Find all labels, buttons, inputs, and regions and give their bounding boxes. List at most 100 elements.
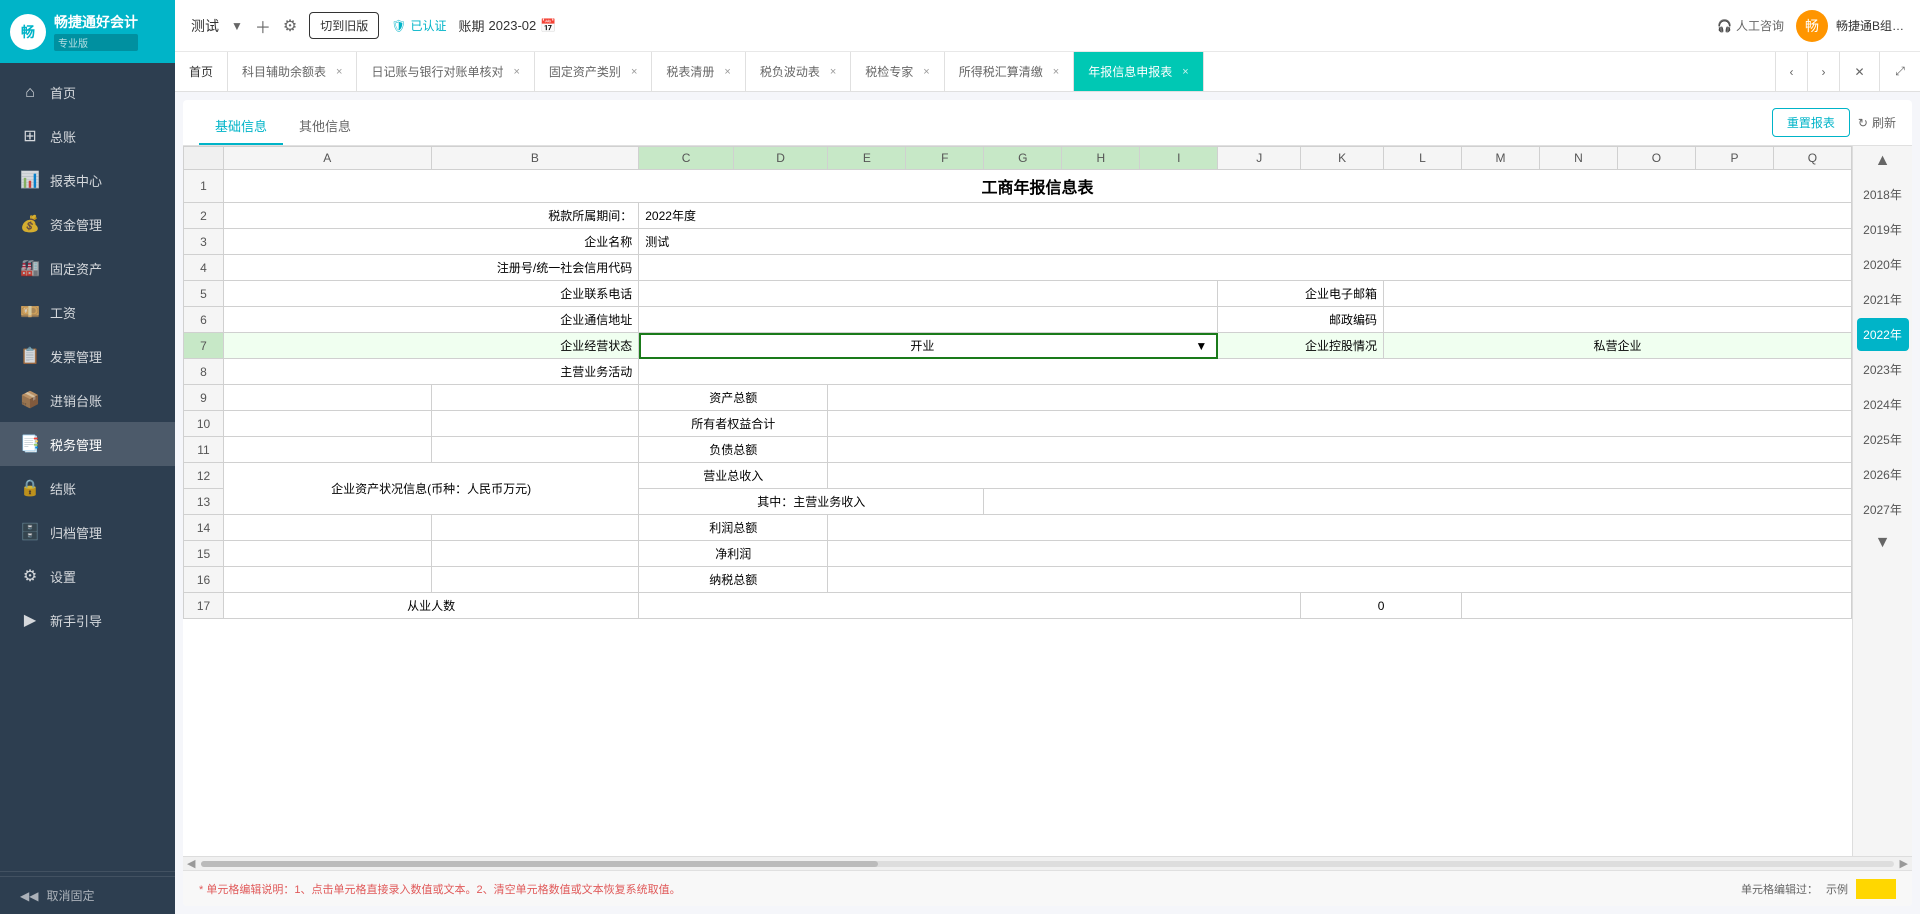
- tab-close-3[interactable]: ×: [631, 66, 637, 78]
- col-I[interactable]: I: [1140, 147, 1218, 170]
- topbar-add-button[interactable]: ＋: [255, 14, 271, 38]
- tab-close-8[interactable]: ×: [1182, 66, 1188, 78]
- topbar-settings-button[interactable]: ⚙: [283, 16, 297, 36]
- col-N[interactable]: N: [1539, 147, 1617, 170]
- title-cell[interactable]: 工商年报信息表: [224, 170, 1852, 203]
- year-btn-2025年[interactable]: 2025年: [1857, 423, 1909, 456]
- cell-4-c[interactable]: [639, 255, 1852, 281]
- col-O[interactable]: O: [1617, 147, 1695, 170]
- cell-3-c[interactable]: 测试: [639, 229, 1852, 255]
- col-F[interactable]: F: [906, 147, 984, 170]
- year-scroll-down[interactable]: ▼: [1869, 528, 1897, 558]
- cell-2-c[interactable]: 2022年度: [639, 203, 1852, 229]
- tab-1[interactable]: 科目辅助余额表×: [228, 52, 357, 91]
- year-btn-2024年[interactable]: 2024年: [1857, 388, 1909, 421]
- col-L[interactable]: L: [1384, 147, 1462, 170]
- tab-0[interactable]: 首页: [175, 52, 228, 91]
- sidebar-item-invoice[interactable]: 📋 发票管理: [0, 334, 175, 378]
- sidebar-item-guide[interactable]: ▶ 新手引导: [0, 598, 175, 642]
- tab-close-6[interactable]: ×: [923, 66, 929, 78]
- year-btn-2020年[interactable]: 2020年: [1857, 248, 1909, 281]
- sidebar-item-archive[interactable]: 🗄️ 归档管理: [0, 510, 175, 554]
- cell-16-e[interactable]: [828, 567, 1852, 593]
- year-btn-2022年[interactable]: 2022年: [1857, 318, 1909, 351]
- tab-4[interactable]: 税表清册×: [652, 52, 745, 91]
- tab-close-2[interactable]: ×: [513, 66, 519, 78]
- cell-7-c[interactable]: 开业 ▼: [639, 333, 1218, 359]
- tab-2[interactable]: 日记账与银行对账单核对×: [357, 52, 534, 91]
- sidebar-pin-button[interactable]: ◀◀ 取消固定: [0, 876, 175, 914]
- year-btn-2019年[interactable]: 2019年: [1857, 213, 1909, 246]
- sub-tab-0[interactable]: 基础信息: [199, 108, 283, 145]
- year-btn-2023年[interactable]: 2023年: [1857, 353, 1909, 386]
- year-btn-2018年[interactable]: 2018年: [1857, 178, 1909, 211]
- col-P[interactable]: P: [1695, 147, 1773, 170]
- cell-5-l[interactable]: [1384, 281, 1852, 307]
- tab-close-5[interactable]: ×: [830, 66, 836, 78]
- cell-10-e[interactable]: [828, 411, 1852, 437]
- sidebar-item-home[interactable]: ⌂ 首页: [0, 71, 175, 114]
- sidebar-item-reports[interactable]: 📊 报表中心: [0, 158, 175, 202]
- col-J[interactable]: J: [1218, 147, 1301, 170]
- tab-3[interactable]: 固定资产类别×: [535, 52, 652, 91]
- dropdown-arrow-icon[interactable]: ▼: [1195, 339, 1207, 353]
- cell-17-m[interactable]: [1462, 593, 1852, 619]
- cell-9-e[interactable]: [828, 385, 1852, 411]
- col-H[interactable]: H: [1062, 147, 1140, 170]
- tab-close-all-button[interactable]: ✕: [1840, 52, 1880, 92]
- refresh-button[interactable]: ↻ 刷新: [1858, 108, 1896, 137]
- col-Q[interactable]: Q: [1773, 147, 1851, 170]
- col-M[interactable]: M: [1462, 147, 1540, 170]
- horizontal-scrollbar[interactable]: ◀ ▶: [183, 856, 1912, 870]
- cell-8-c[interactable]: [639, 359, 1852, 385]
- tab-close-4[interactable]: ×: [724, 66, 730, 78]
- tab-close-7[interactable]: ×: [1053, 66, 1059, 78]
- sidebar-item-fixed_assets[interactable]: 🏭 固定资产: [0, 246, 175, 290]
- cell-15-e[interactable]: [828, 541, 1852, 567]
- topbar-user[interactable]: 畅 畅捷通B组…: [1796, 10, 1904, 42]
- tab-close-1[interactable]: ×: [336, 66, 342, 78]
- year-scroll-up[interactable]: ▲: [1869, 146, 1897, 176]
- scrollbar-thumb[interactable]: [201, 861, 878, 867]
- cell-6-l[interactable]: [1384, 307, 1852, 333]
- cell-17-k[interactable]: 0: [1301, 593, 1462, 619]
- sidebar-item-funds[interactable]: 💰 资金管理: [0, 202, 175, 246]
- topbar-service[interactable]: 🎧 人工咨询: [1717, 17, 1784, 34]
- cell-14-e[interactable]: [828, 515, 1852, 541]
- sidebar-item-closing[interactable]: 🔒 结账: [0, 466, 175, 510]
- tab-next-button[interactable]: ›: [1808, 52, 1840, 92]
- calendar-icon[interactable]: 📅: [540, 18, 556, 34]
- year-btn-2021年[interactable]: 2021年: [1857, 283, 1909, 316]
- tab-7[interactable]: 所得税汇算清缴×: [945, 52, 1074, 91]
- sub-tab-1[interactable]: 其他信息: [283, 108, 367, 145]
- col-E[interactable]: E: [828, 147, 906, 170]
- col-B[interactable]: B: [431, 147, 639, 170]
- col-D[interactable]: D: [733, 147, 828, 170]
- year-btn-2027年[interactable]: 2027年: [1857, 493, 1909, 526]
- cell-6-c[interactable]: [639, 307, 1218, 333]
- tab-fullscreen-button[interactable]: ⤢: [1880, 52, 1920, 92]
- col-K[interactable]: K: [1301, 147, 1384, 170]
- col-G[interactable]: G: [984, 147, 1062, 170]
- reset-report-button[interactable]: 重置报表: [1772, 108, 1850, 137]
- topbar-dropdown-icon[interactable]: ▼: [231, 19, 243, 33]
- switch-version-button[interactable]: 切到旧版: [309, 12, 379, 39]
- cell-7-l[interactable]: 私营企业: [1384, 333, 1852, 359]
- sidebar-item-ledger[interactable]: ⊞ 总账: [0, 114, 175, 158]
- tab-prev-button[interactable]: ‹: [1776, 52, 1808, 92]
- cell-11-e[interactable]: [828, 437, 1852, 463]
- cell-5-c[interactable]: [639, 281, 1218, 307]
- tab-5[interactable]: 税负波动表×: [746, 52, 851, 91]
- sidebar-item-payroll[interactable]: 💴 工资: [0, 290, 175, 334]
- cell-17-c[interactable]: [639, 593, 1301, 619]
- year-btn-2026年[interactable]: 2026年: [1857, 458, 1909, 491]
- tab-8[interactable]: 年报信息申报表×: [1074, 52, 1203, 91]
- cell-12-e[interactable]: [828, 463, 1852, 489]
- cell-13-g[interactable]: [984, 489, 1852, 515]
- sidebar-item-tax[interactable]: 📑 税务管理: [0, 422, 175, 466]
- spreadsheet-main[interactable]: A B C D E F G H I J: [183, 146, 1852, 856]
- scrollbar-track[interactable]: [201, 861, 1893, 867]
- sidebar-item-inventory[interactable]: 📦 进销台账: [0, 378, 175, 422]
- sidebar-item-settings[interactable]: ⚙ 设置: [0, 554, 175, 598]
- col-C[interactable]: C: [639, 147, 734, 170]
